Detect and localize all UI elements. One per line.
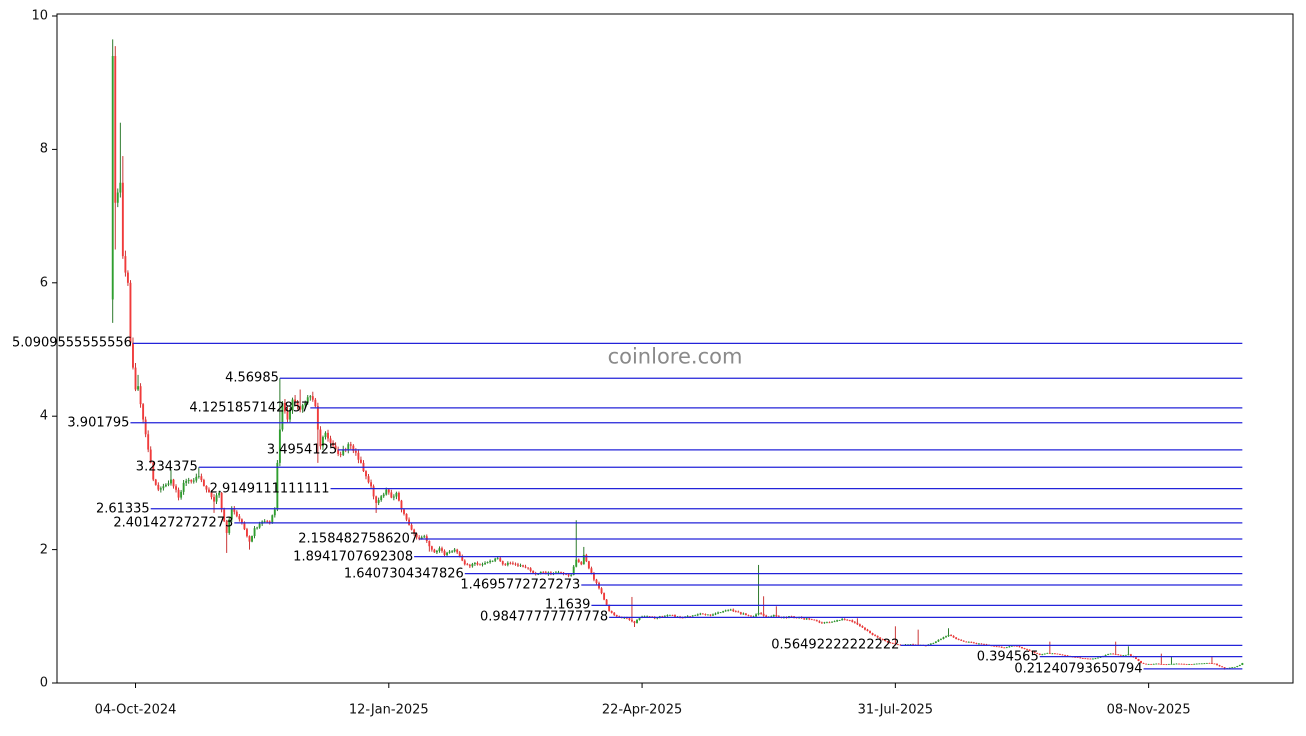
candlestick-chart-figure: coinlore.com 0 2 4 6 8 10 04-Oct-2024 12-Jan-20… (0, 0, 1306, 736)
price-chart-canvas (0, 0, 1306, 736)
